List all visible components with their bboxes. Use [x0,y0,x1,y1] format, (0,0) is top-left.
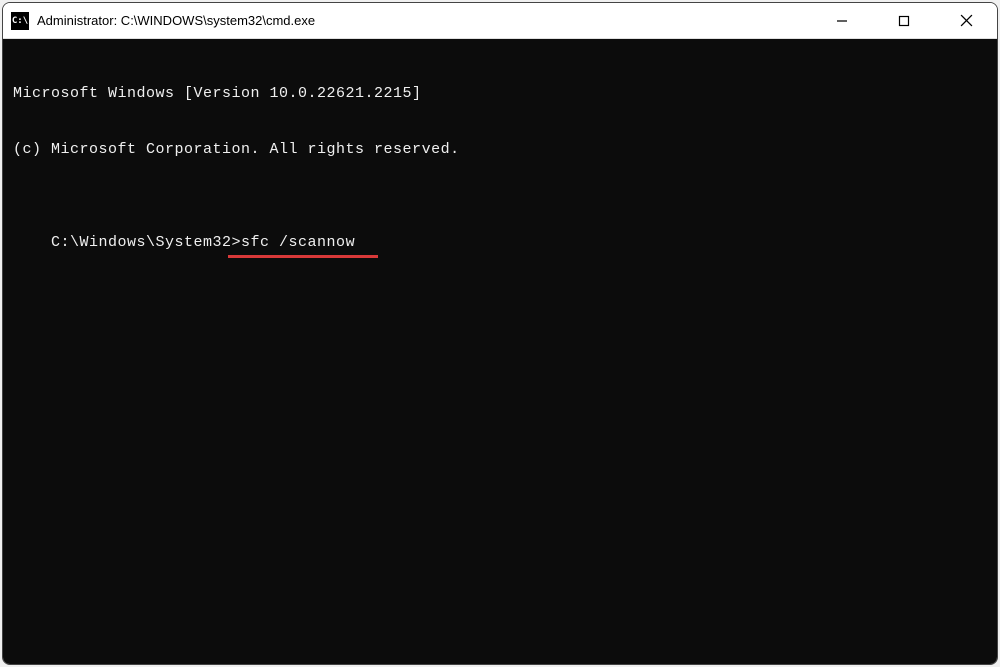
cmd-icon-text: C:\ [12,16,28,26]
maximize-icon [898,15,910,27]
close-button[interactable] [935,3,997,38]
titlebar: C:\ Administrator: C:\WINDOWS\system32\c… [3,3,997,39]
blank-line [13,197,987,215]
minimize-icon [836,15,848,27]
close-icon [960,14,973,27]
prompt-line: C:\Windows\System32>sfc /scannow [51,234,355,253]
prompt-text: C:\Windows\System32> [51,234,241,251]
terminal-area[interactable]: Microsoft Windows [Version 10.0.22621.22… [3,39,997,664]
version-line: Microsoft Windows [Version 10.0.22621.22… [13,85,987,104]
command-text: sfc /scannow [241,234,355,251]
window-controls [811,3,997,38]
red-underline-annotation [228,255,378,258]
copyright-line: (c) Microsoft Corporation. All rights re… [13,141,987,160]
maximize-button[interactable] [873,3,935,38]
cmd-window: C:\ Administrator: C:\WINDOWS\system32\c… [2,2,998,665]
window-title: Administrator: C:\WINDOWS\system32\cmd.e… [37,13,811,28]
minimize-button[interactable] [811,3,873,38]
cmd-icon: C:\ [11,12,29,30]
